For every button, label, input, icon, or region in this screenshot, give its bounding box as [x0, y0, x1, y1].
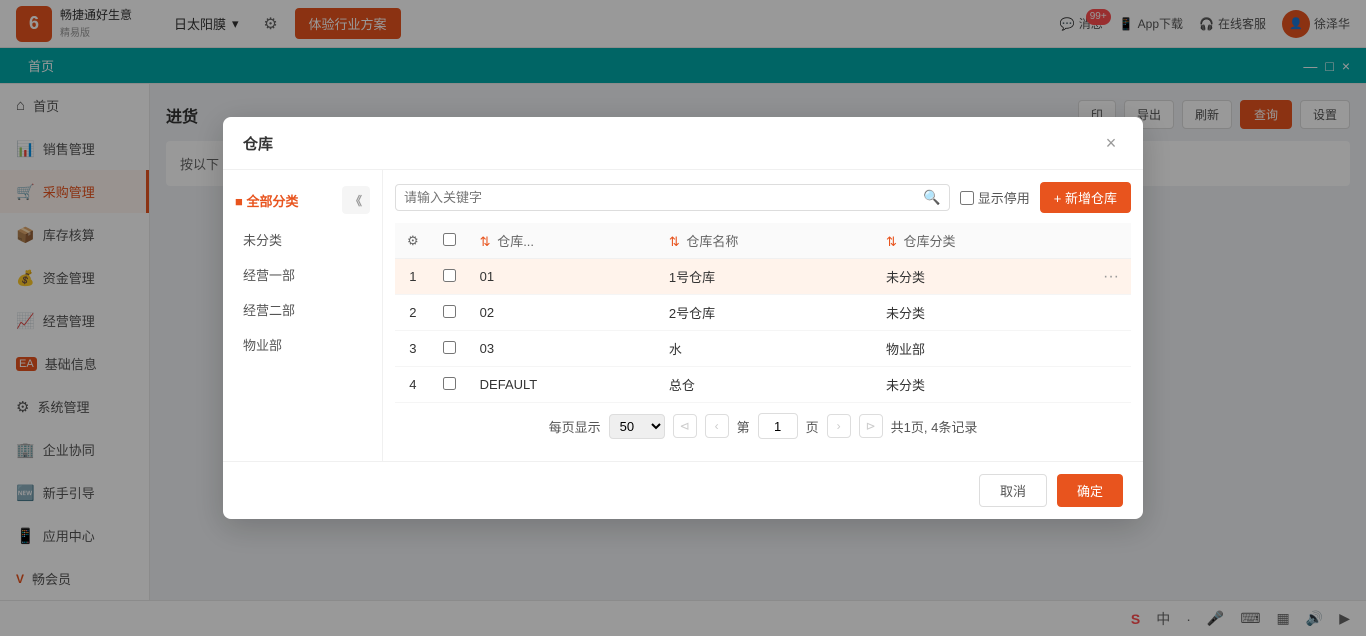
row-actions-3	[1091, 331, 1131, 367]
page-label: 第	[737, 417, 750, 436]
page-last-btn[interactable]: ⊳	[859, 414, 883, 438]
row-category-3: 物业部	[874, 331, 1091, 367]
show-disabled-checkbox[interactable]	[960, 191, 974, 205]
per-page-label: 每页显示	[549, 417, 601, 436]
row-num-3: 3	[395, 331, 431, 367]
th-category: ⇅ 仓库分类	[874, 223, 1091, 259]
show-disabled-label: 显示停用	[960, 188, 1030, 207]
row-checkbox-2[interactable]	[431, 295, 468, 331]
per-page-select[interactable]: 50 20 100	[609, 414, 665, 439]
row-num-4: 4	[395, 367, 431, 403]
row-name-2: 2号仓库	[657, 295, 874, 331]
row-category-1: 未分类	[874, 259, 1091, 295]
row-num-2: 2	[395, 295, 431, 331]
page-suffix: 页	[806, 417, 819, 436]
page-next-btn[interactable]: ›	[827, 414, 851, 438]
table-scroll-area: ⚙ ⇅ 仓库... ⇅	[395, 223, 1131, 403]
page-prev-btn[interactable]: ‹	[705, 414, 729, 438]
search-input[interactable]	[404, 190, 923, 205]
category-item-property[interactable]: 物业部	[223, 327, 382, 362]
warehouse-modal: 仓库 × ■ 全部分类 《 未分类 经营一部 经营二部 物业部	[223, 117, 1143, 519]
table-row[interactable]: 3 03 水 物业部	[395, 331, 1131, 367]
category-item-unclassified[interactable]: 未分类	[223, 222, 382, 257]
modal-footer: 取消 确定	[223, 461, 1143, 519]
row-category-2: 未分类	[874, 295, 1091, 331]
row-code-4: DEFAULT	[468, 367, 657, 403]
page-number-input[interactable]	[758, 413, 798, 439]
row-category-4: 未分类	[874, 367, 1091, 403]
category-item-ops1[interactable]: 经营一部	[223, 257, 382, 292]
row-num-1: 1	[395, 259, 431, 295]
row-name-4: 总仓	[657, 367, 874, 403]
row-checkbox-3[interactable]	[431, 331, 468, 367]
modal-header: 仓库 ×	[223, 117, 1143, 170]
th-code: ⇅ 仓库...	[468, 223, 657, 259]
total-info: 共1页, 4条记录	[891, 417, 978, 436]
category-header[interactable]: ■ 全部分类 《	[223, 178, 382, 222]
table-header-row: ⚙ ⇅ 仓库... ⇅	[395, 223, 1131, 259]
pagination: 每页显示 50 20 100 ⊲ ‹ 第 页 › ⊳ 共1页, 4条记录	[395, 403, 1131, 449]
table-row[interactable]: 1 01 1号仓库 未分类 ···	[395, 259, 1131, 295]
select-all-checkbox[interactable]	[443, 233, 456, 246]
row-actions-1: ···	[1091, 259, 1131, 295]
modal-title: 仓库	[243, 133, 273, 154]
warehouse-table: ⚙ ⇅ 仓库... ⇅	[395, 223, 1131, 403]
th-name: ⇅ 仓库名称	[657, 223, 874, 259]
add-warehouse-btn[interactable]: + 新增仓库	[1040, 182, 1131, 213]
modal-close-btn[interactable]: ×	[1099, 131, 1123, 155]
category-header-label: ■ 全部分类	[235, 191, 298, 210]
search-icon[interactable]: 🔍	[923, 189, 940, 206]
th-checkbox	[431, 223, 468, 259]
row-name-3: 水	[657, 331, 874, 367]
page-first-btn[interactable]: ⊲	[673, 414, 697, 438]
modal-overlay: 仓库 × ■ 全部分类 《 未分类 经营一部 经营二部 物业部	[0, 0, 1366, 636]
table-header: ⚙ ⇅ 仓库... ⇅	[395, 223, 1131, 259]
modal-body: ■ 全部分类 《 未分类 经营一部 经营二部 物业部 🔍	[223, 170, 1143, 461]
category-panel: ■ 全部分类 《 未分类 经营一部 经营二部 物业部	[223, 170, 383, 461]
cancel-button[interactable]: 取消	[979, 474, 1047, 507]
settings-col-icon: ⚙	[407, 233, 419, 248]
row-checkbox-1[interactable]	[431, 259, 468, 295]
row-name-1: 1号仓库	[657, 259, 874, 295]
table-body: 1 01 1号仓库 未分类 ··· 2 02 2	[395, 259, 1131, 403]
row-code-1: 01	[468, 259, 657, 295]
table-panel: 🔍 显示停用 + 新增仓库 ⚙	[383, 170, 1143, 461]
row-code-3: 03	[468, 331, 657, 367]
row-actions-2	[1091, 295, 1131, 331]
row-actions-4	[1091, 367, 1131, 403]
row-more-btn-1[interactable]: ···	[1103, 268, 1119, 285]
th-actions	[1091, 223, 1131, 259]
category-collapse-btn[interactable]: 《	[342, 186, 370, 214]
row-checkbox-4[interactable]	[431, 367, 468, 403]
row-code-2: 02	[468, 295, 657, 331]
th-settings: ⚙	[395, 223, 431, 259]
category-item-ops2[interactable]: 经营二部	[223, 292, 382, 327]
table-row[interactable]: 4 DEFAULT 总仓 未分类	[395, 367, 1131, 403]
table-row[interactable]: 2 02 2号仓库 未分类	[395, 295, 1131, 331]
search-input-wrap: 🔍	[395, 184, 950, 211]
table-toolbar: 🔍 显示停用 + 新增仓库	[395, 182, 1131, 213]
confirm-button[interactable]: 确定	[1057, 474, 1123, 507]
